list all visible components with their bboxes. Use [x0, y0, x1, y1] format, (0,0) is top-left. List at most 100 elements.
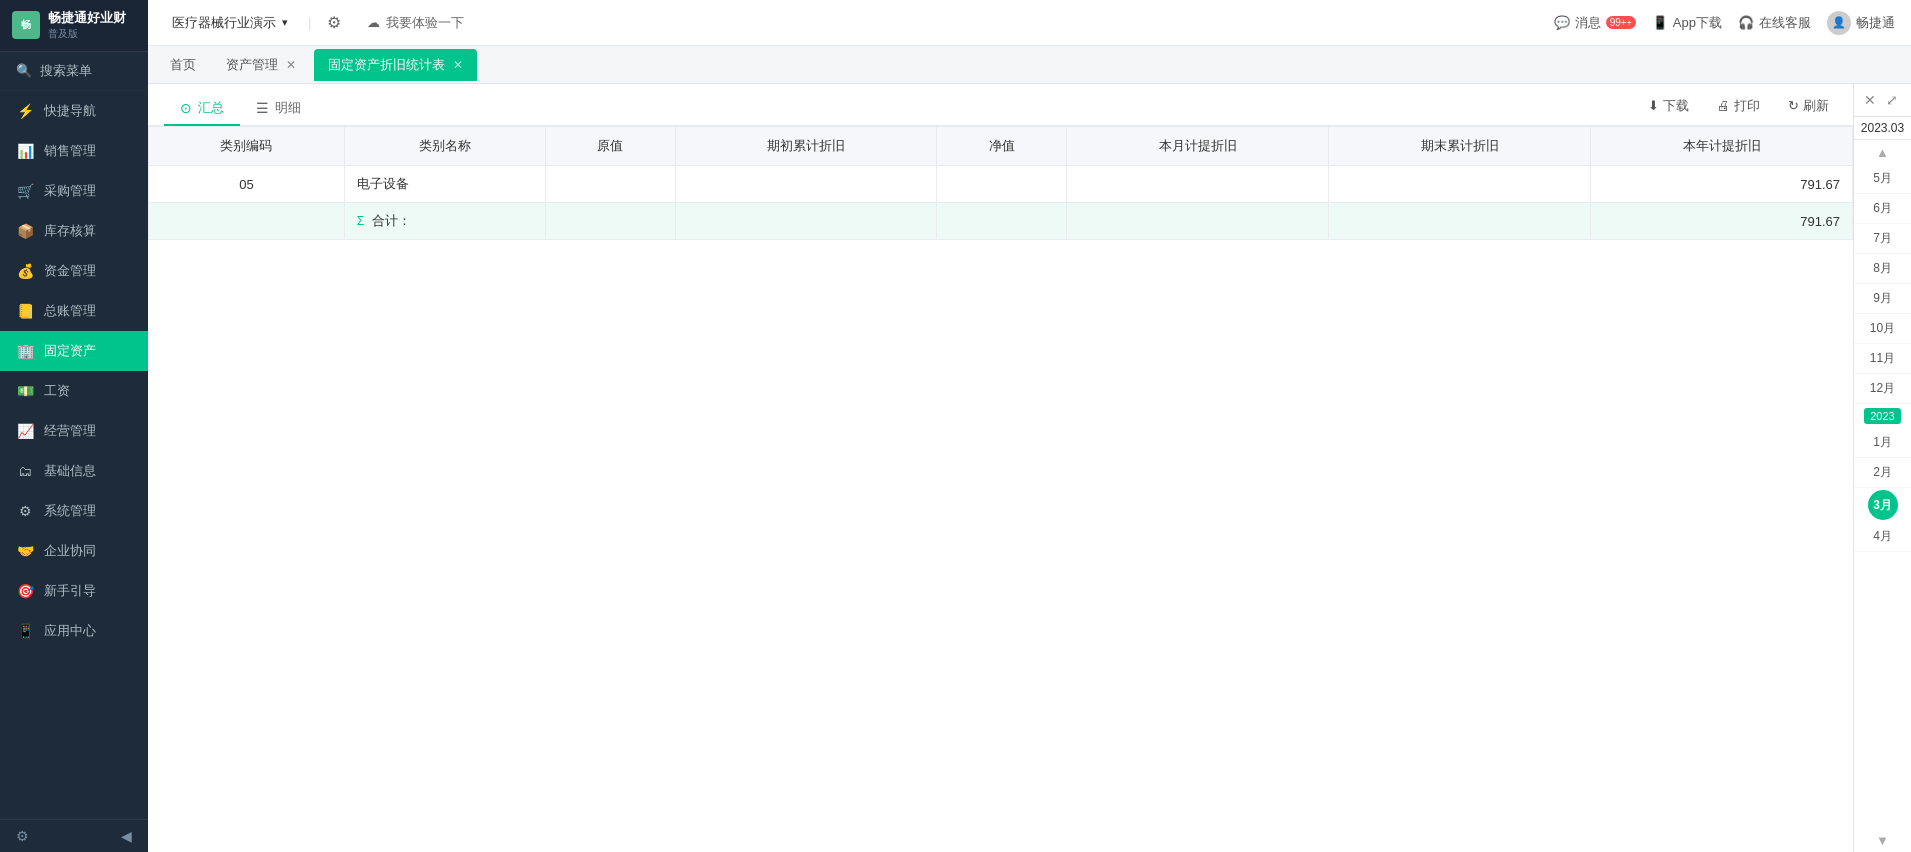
refresh-label: 刷新: [1803, 97, 1829, 115]
sidebar-item-basics[interactable]: 🗂 基础信息: [0, 451, 148, 491]
close-panel-button[interactable]: ✕: [1860, 90, 1880, 110]
enterprise-icon: 🤝: [16, 542, 34, 560]
user-name: 畅捷通: [1856, 14, 1895, 32]
user-avatar-button[interactable]: 👤 畅捷通: [1827, 11, 1895, 35]
guide-icon: 🎯: [16, 582, 34, 600]
finance-icon: 💰: [16, 262, 34, 280]
col-header-beginning-dep: 期初累计折旧: [675, 127, 937, 166]
content-wrapper: ⊙ 汇总 ☰ 明细 ⬇ 下载 🖨: [148, 84, 1911, 852]
search-icon: 🔍: [16, 63, 32, 78]
date-item-2023-1[interactable]: 1月: [1854, 428, 1911, 458]
inventory-icon: 📦: [16, 222, 34, 240]
sidebar-item-quick-nav[interactable]: ⚡ 快捷导航: [0, 91, 148, 131]
date-list: 5月 6月 7月 8月 9月 10月 11月 12月 2023 1月 2月: [1854, 164, 1911, 828]
tab-close-icon[interactable]: ✕: [286, 58, 296, 72]
app-logo: 畅: [12, 11, 40, 39]
content-area: ⊙ 汇总 ☰ 明细 ⬇ 下载 🖨: [148, 84, 1853, 852]
sub-tab-detail[interactable]: ☰ 明细: [240, 92, 317, 126]
date-item-2023-3-active[interactable]: 3月: [1868, 490, 1898, 520]
messages-label: 消息: [1575, 14, 1601, 32]
date-item-11[interactable]: 11月: [1854, 344, 1911, 374]
sidebar-item-finance[interactable]: 💰 资金管理: [0, 251, 148, 291]
date-item-6[interactable]: 6月: [1854, 194, 1911, 224]
date-item-7[interactable]: 7月: [1854, 224, 1911, 254]
scroll-down-button[interactable]: ▼: [1871, 828, 1895, 852]
online-service-button[interactable]: 🎧 在线客服: [1738, 14, 1811, 32]
sidebar-item-ledger[interactable]: 📒 总账管理: [0, 291, 148, 331]
footer-settings-icon[interactable]: ⚙: [16, 828, 29, 844]
company-selector[interactable]: 医疗器械行业演示 ▾: [164, 10, 296, 36]
date-item-5[interactable]: 5月: [1854, 164, 1911, 194]
tab-depreciation-stats[interactable]: 固定资产折旧统计表 ✕: [314, 49, 477, 81]
download-button[interactable]: ⬇ 下载: [1640, 93, 1697, 119]
basics-icon: 🗂: [16, 462, 34, 480]
summary-tab-icon: ⊙: [180, 100, 192, 116]
date-item-2023-2[interactable]: 2月: [1854, 458, 1911, 488]
sidebar-item-label: 新手引导: [44, 582, 96, 600]
year-2023-section: 1月 2月 3月 4月: [1854, 428, 1911, 552]
date-item-2023-4[interactable]: 4月: [1854, 522, 1911, 552]
date-item-8[interactable]: 8月: [1854, 254, 1911, 284]
right-panel-header: ✕ ⤢: [1854, 84, 1911, 117]
col-header-annual-dep: 本年计提折旧: [1591, 127, 1853, 166]
ledger-icon: 📒: [16, 302, 34, 320]
refresh-button[interactable]: ↻ 刷新: [1780, 93, 1837, 119]
sidebar-item-label: 快捷导航: [44, 102, 96, 120]
summary-annual-dep: 791.67: [1591, 203, 1853, 240]
tab-depreciation-label: 固定资产折旧统计表: [328, 56, 445, 74]
footer-collapse-icon[interactable]: ◀: [121, 828, 132, 844]
topbar-divider: |: [308, 15, 311, 30]
tab-home[interactable]: 首页: [158, 50, 208, 80]
topbar-settings-icon[interactable]: ⚙: [323, 9, 345, 36]
sidebar-nav: ⚡ 快捷导航 📊 销售管理 🛒 采购管理 📦 库存核算 💰 资金管理 📒 总账管…: [0, 91, 148, 819]
date-item-9[interactable]: 9月: [1854, 284, 1911, 314]
expand-panel-button[interactable]: ⤢: [1882, 90, 1902, 110]
sidebar-item-enterprise[interactable]: 🤝 企业协同: [0, 531, 148, 571]
date-item-12[interactable]: 12月: [1854, 374, 1911, 404]
sidebar-item-label: 资金管理: [44, 262, 96, 280]
sidebar-item-label: 基础信息: [44, 462, 96, 480]
avatar: 👤: [1827, 11, 1851, 35]
app-download-button[interactable]: 📱 App下载: [1652, 14, 1722, 32]
sidebar-footer: ⚙ ◀: [0, 819, 148, 852]
main-content: ⊙ 汇总 ☰ 明细 ⬇ 下载 🖨: [148, 84, 1853, 852]
sidebar-item-payroll[interactable]: 💵 工资: [0, 371, 148, 411]
experience-button[interactable]: ☁ 我要体验一下: [357, 10, 474, 36]
sidebar-item-purchase[interactable]: 🛒 采购管理: [0, 171, 148, 211]
summary-empty-code: [149, 203, 345, 240]
col-header-ending-dep: 期末累计折旧: [1329, 127, 1591, 166]
sidebar-header: 畅 畅捷通好业财 普及版: [0, 0, 148, 52]
scroll-up-button[interactable]: ▲: [1871, 140, 1895, 164]
app-subtitle: 普及版: [48, 27, 126, 41]
main-area: 医疗器械行业演示 ▾ | ⚙ ☁ 我要体验一下 💬 消息 99++ 📱 App下…: [148, 0, 1911, 852]
messages-button[interactable]: 💬 消息 99++: [1554, 14, 1636, 32]
row-net-value: [937, 166, 1067, 203]
sidebar-item-fixed-assets[interactable]: 🏢 固定资产: [0, 331, 148, 371]
row-name: 电子设备: [344, 166, 545, 203]
search-menu-item[interactable]: 🔍 搜索菜单: [0, 52, 148, 91]
tab-asset-management[interactable]: 资产管理 ✕: [212, 49, 310, 81]
col-header-monthly-dep: 本月计提折旧: [1067, 127, 1329, 166]
row-original-value: [545, 166, 675, 203]
experience-label: 我要体验一下: [386, 14, 464, 32]
depreciation-table: 类别编码 类别名称 原值 期初累计折旧 净值 本月计提折旧 期末累计折旧 本年计…: [148, 126, 1853, 240]
sidebar-item-app-center[interactable]: 📱 应用中心: [0, 611, 148, 651]
year-2023-badge: 2023: [1864, 408, 1900, 424]
company-name: 医疗器械行业演示: [172, 14, 276, 32]
row-annual-dep: 791.67: [1591, 166, 1853, 203]
tab-close-active-icon[interactable]: ✕: [453, 58, 463, 72]
sidebar-item-inventory[interactable]: 📦 库存核算: [0, 211, 148, 251]
sidebar-item-system[interactable]: ⚙ 系统管理: [0, 491, 148, 531]
right-panel: ✕ ⤢ 2023.03 ▲ 5月 6月 7月 8月 9月 10月 11月 12月: [1853, 84, 1911, 852]
right-panel-title: 2023.03: [1854, 117, 1911, 140]
app-title: 畅捷通好业财: [48, 10, 126, 27]
sidebar-item-sales[interactable]: 📊 销售管理: [0, 131, 148, 171]
sub-tab-summary[interactable]: ⊙ 汇总: [164, 92, 240, 126]
sidebar-item-guide[interactable]: 🎯 新手引导: [0, 571, 148, 611]
sidebar: 畅 畅捷通好业财 普及版 🔍 搜索菜单 ⚡ 快捷导航 📊 销售管理 🛒 采购管理…: [0, 0, 148, 852]
date-item-10[interactable]: 10月: [1854, 314, 1911, 344]
print-button[interactable]: 🖨 打印: [1709, 93, 1768, 119]
sidebar-item-operations[interactable]: 📈 经营管理: [0, 411, 148, 451]
chevron-down-icon: ▾: [282, 16, 288, 29]
app-download-icon: 📱: [1652, 15, 1668, 30]
